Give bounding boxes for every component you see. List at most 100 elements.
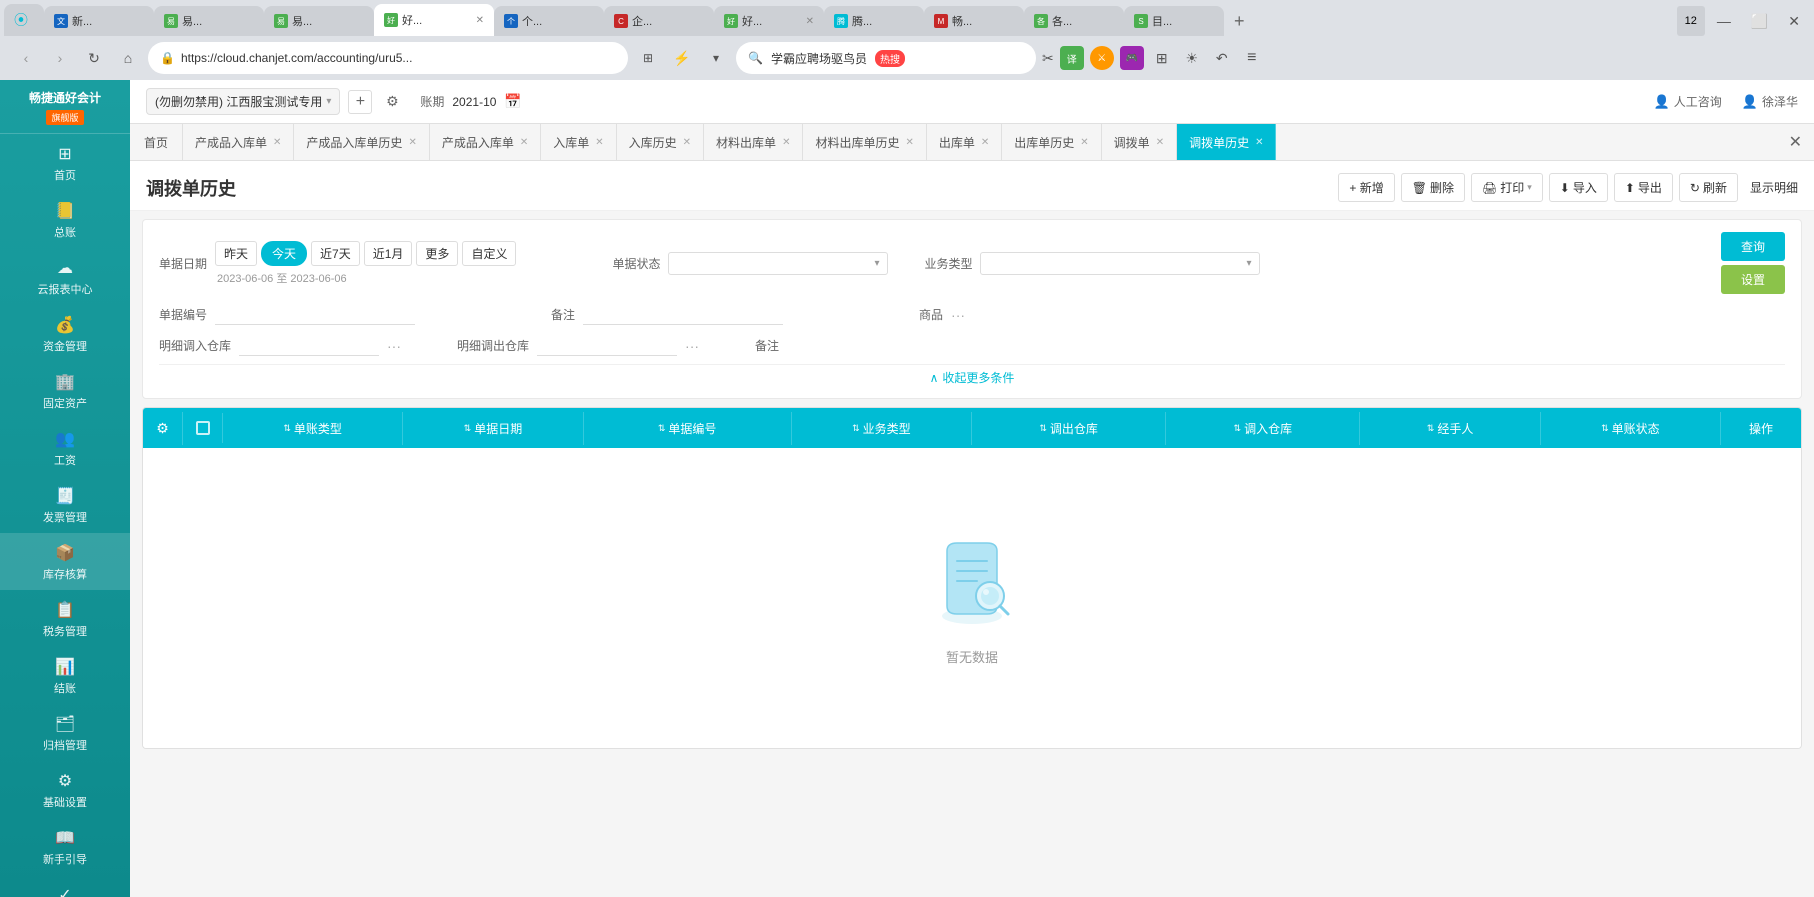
date-btn-today[interactable]: 今天 <box>261 241 307 266</box>
filter-settings-btn[interactable]: 设置 <box>1721 265 1785 294</box>
company-selector[interactable]: (勿删勿禁用) 江西服宝测试专用 ▾ <box>146 88 340 115</box>
tab-transfer-close[interactable]: ✕ <box>1156 137 1164 148</box>
export-btn[interactable]: ⬆ 导出 <box>1614 173 1673 202</box>
th-check[interactable] <box>183 413 223 443</box>
th-type[interactable]: ⇅ 单账类型 <box>223 412 403 445</box>
add-btn[interactable]: + 新增 <box>1338 173 1394 202</box>
browser-tab-logo[interactable]: ⦿ <box>4 4 44 36</box>
tab-product-in-close[interactable]: ✕ <box>273 137 281 148</box>
date-btn-1month[interactable]: 近1月 <box>364 241 413 266</box>
th-gear[interactable]: ⚙ <box>143 412 183 445</box>
tab-mat-out[interactable]: 材料出库单 ✕ <box>704 124 803 160</box>
sidebar-item-cloud-report[interactable]: ☁ 云报表中心 <box>0 248 130 305</box>
sidebar-item-home[interactable]: ⊞ 首页 <box>0 134 130 191</box>
tab-mat-out-hist-close[interactable]: ✕ <box>905 137 913 148</box>
th-num[interactable]: ⇅ 单据编号 <box>584 412 792 445</box>
th-status[interactable]: ⇅ 单账状态 <box>1541 412 1721 445</box>
tab-stock-in-hist-close[interactable]: ✕ <box>683 137 691 148</box>
collapse-btn[interactable]: ∧ 收起更多条件 <box>159 364 1785 386</box>
sidebar-item-fixed-asset[interactable]: 🏢 固定资产 <box>0 362 130 419</box>
date-btn-custom[interactable]: 自定义 <box>462 241 516 266</box>
browser-tab-5[interactable]: 个 个... <box>494 6 604 36</box>
date-btn-yesterday[interactable]: 昨天 <box>215 241 257 266</box>
search-input[interactable]: 🔍 学霸应聘场驱鸟员 热搜 <box>736 42 1036 74</box>
sidebar-item-fund[interactable]: 💰 资金管理 <box>0 305 130 362</box>
tab-stock-in-hist[interactable]: 入库历史 ✕ <box>617 124 704 160</box>
status-select[interactable]: ▾ <box>668 252 888 275</box>
remark-input[interactable] <box>583 304 783 325</box>
browser-tab-8[interactable]: 腾 腾... <box>824 6 924 36</box>
flash-icon[interactable]: ⚡ <box>668 44 696 72</box>
th-out-wh[interactable]: ⇅ 调出仓库 <box>972 412 1166 445</box>
ext-icon-2[interactable]: 🎮 <box>1120 46 1144 70</box>
browser-tab-6[interactable]: C 企... <box>604 6 714 36</box>
sidebar-item-invoice[interactable]: 🧾 发票管理 <box>0 476 130 533</box>
import-btn[interactable]: ⬇ 导入 <box>1549 173 1608 202</box>
tab-transfer[interactable]: 调拨单 ✕ <box>1102 124 1177 160</box>
close-window-btn[interactable]: ✕ <box>1778 6 1810 36</box>
maximize-btn[interactable]: ⬜ <box>1741 6 1778 36</box>
browser-tab-3[interactable]: 易 易... <box>264 6 374 36</box>
brightness-icon[interactable]: ☀ <box>1180 46 1204 70</box>
tab-out-hist[interactable]: 出库单历史 ✕ <box>1002 124 1101 160</box>
tab-4-close[interactable]: ✕ <box>476 15 484 26</box>
tab-product-in-hist-close[interactable]: ✕ <box>408 137 416 148</box>
sidebar-item-settlement[interactable]: 📊 结账 <box>0 647 130 704</box>
browser-tab-4-active[interactable]: 好 好... ✕ <box>374 4 494 36</box>
th-in-wh[interactable]: ⇅ 调入仓库 <box>1166 412 1360 445</box>
user-btn[interactable]: 👤 徐泽华 <box>1742 93 1798 110</box>
tab-mat-out-close[interactable]: ✕ <box>782 137 790 148</box>
th-biz[interactable]: ⇅ 业务类型 <box>792 412 972 445</box>
tab-mat-out-hist[interactable]: 材料出库单历史 ✕ <box>803 124 926 160</box>
doc-num-input[interactable] <box>215 304 415 325</box>
browser-tab-11[interactable]: S 目... <box>1124 6 1224 36</box>
home-btn[interactable]: ⌂ <box>114 44 142 72</box>
browser-tab-2[interactable]: 易 易... <box>154 6 264 36</box>
detail-out-input[interactable] <box>537 335 677 356</box>
tab-product-in2-close[interactable]: ✕ <box>520 137 528 148</box>
sidebar-item-ledger[interactable]: 📒 总账 <box>0 191 130 248</box>
reload-btn[interactable]: ↻ <box>80 44 108 72</box>
detail-in-dots[interactable]: ··· <box>387 338 401 354</box>
query-btn[interactable]: 查询 <box>1721 232 1785 261</box>
print-btn[interactable]: 🖨 打印 ▾ <box>1471 173 1543 202</box>
sidebar-item-guide[interactable]: 📖 新手引导 <box>0 818 130 875</box>
address-input[interactable]: 🔒 https://cloud.chanjet.com/accounting/u… <box>148 42 628 74</box>
grid-icon[interactable]: ⊞ <box>1150 46 1174 70</box>
sidebar-item-settings[interactable]: ⚙ 基础设置 <box>0 761 130 818</box>
support-btn[interactable]: 👤 人工咨询 <box>1654 93 1722 110</box>
extensions-icon[interactable]: ⊞ <box>634 44 662 72</box>
tab-out-hist-close[interactable]: ✕ <box>1080 137 1088 148</box>
goods-dots[interactable]: ··· <box>951 307 965 323</box>
close-all-btn[interactable]: ✕ <box>1777 132 1814 152</box>
detail-out-dots[interactable]: ··· <box>685 338 699 354</box>
tab-stock-in-close[interactable]: ✕ <box>595 137 603 148</box>
tab-out-close[interactable]: ✕ <box>981 137 989 148</box>
tab-stock-in[interactable]: 入库单 ✕ <box>541 124 616 160</box>
translate-icon[interactable]: 译 <box>1060 46 1084 70</box>
sidebar-item-tax[interactable]: 📋 税务管理 <box>0 590 130 647</box>
tab-product-in[interactable]: 产成品入库单 ✕ <box>183 124 294 160</box>
forward-btn[interactable]: › <box>46 44 74 72</box>
delete-btn[interactable]: 🗑 删除 <box>1401 173 1465 202</box>
date-btn-7days[interactable]: 近7天 <box>311 241 360 266</box>
sidebar-item-archive[interactable]: 🗂 归档管理 <box>0 704 130 761</box>
browser-tab-9[interactable]: M 畅... <box>924 6 1024 36</box>
scissors-icon[interactable]: ✂ <box>1042 50 1054 67</box>
detail-in-input[interactable] <box>239 335 379 356</box>
date-btn-more[interactable]: 更多 <box>416 241 458 266</box>
tab-transfer-hist[interactable]: 调拨单历史 ✕ <box>1177 124 1276 160</box>
browser-tab-10[interactable]: 各 各... <box>1024 6 1124 36</box>
tab-product-in2[interactable]: 产成品入库单 ✕ <box>430 124 541 160</box>
back-btn[interactable]: ‹ <box>12 44 40 72</box>
refresh-btn[interactable]: ↻ 刷新 <box>1679 173 1738 202</box>
sidebar-item-inventory[interactable]: 📦 库存核算 <box>0 533 130 590</box>
settings-gear-icon[interactable]: ⚙ <box>380 90 404 114</box>
header-checkbox[interactable] <box>196 421 210 435</box>
sidebar-item-member[interactable]: ✓ 畅会员 <box>0 875 130 897</box>
new-tab-btn[interactable]: + <box>1224 6 1255 36</box>
ext-icon-1[interactable]: ⚔ <box>1090 46 1114 70</box>
tab-home[interactable]: 首页 <box>130 124 183 160</box>
add-company-btn[interactable]: + <box>348 90 372 114</box>
browser-tab-7[interactable]: 好 好... ✕ <box>714 6 824 36</box>
